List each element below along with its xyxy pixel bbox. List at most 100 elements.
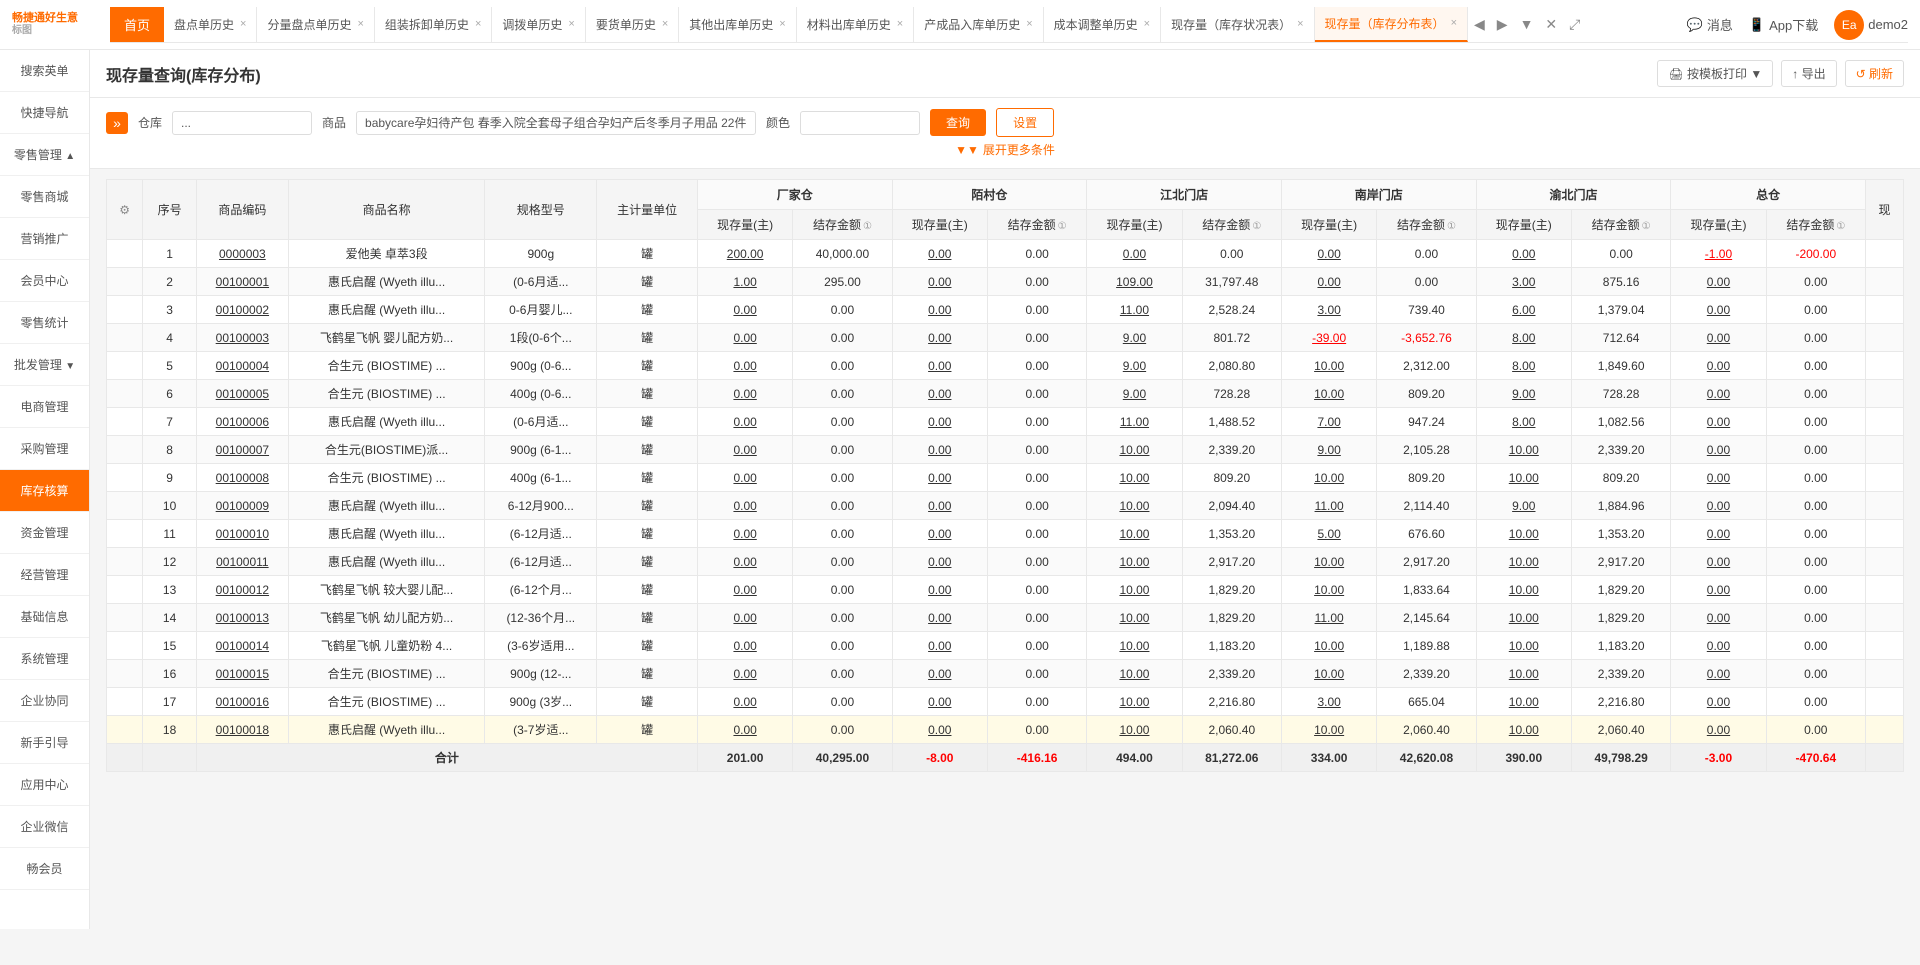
sidebar-item-wechat[interactable]: 企业微信 <box>0 806 89 848</box>
tab-close-transfer[interactable]: × <box>568 18 574 30</box>
table-cell[interactable]: 0.00 <box>697 548 792 576</box>
tab-stock-status[interactable]: 现存量（库存状况表）× <box>1161 7 1314 42</box>
product-code-cell[interactable]: 00100006 <box>196 408 288 436</box>
table-cell[interactable]: 10.00 <box>1281 380 1376 408</box>
product-code-cell[interactable]: 00100004 <box>196 352 288 380</box>
product-code-cell[interactable]: 00100009 <box>196 492 288 520</box>
table-cell[interactable]: 0.00 <box>697 324 792 352</box>
table-cell[interactable]: 0.00 <box>1671 408 1766 436</box>
table-cell[interactable]: 0.00 <box>697 632 792 660</box>
table-cell[interactable]: 9.00 <box>1281 436 1376 464</box>
tab-combo-split[interactable]: 组装拆卸单历史 × <box>375 7 492 42</box>
mocun-amt-info[interactable]: ① <box>1058 221 1067 232</box>
yubei-amt-info[interactable]: ① <box>1642 221 1651 232</box>
table-cell[interactable]: 10.00 <box>1087 688 1182 716</box>
table-cell[interactable]: 0.00 <box>697 492 792 520</box>
tab-close-split[interactable]: × <box>357 18 363 30</box>
table-cell[interactable]: 8.00 <box>1476 408 1571 436</box>
table-cell[interactable]: 6.00 <box>1476 296 1571 324</box>
tab-close-cost[interactable]: × <box>1144 18 1150 30</box>
tab-inventory-count[interactable]: 盘点单历史 × <box>164 7 257 42</box>
table-cell[interactable]: 10.00 <box>1476 632 1571 660</box>
sidebar-item-ecommerce[interactable]: 电商管理 <box>0 386 89 428</box>
table-cell[interactable]: 0.00 <box>892 240 987 268</box>
tab-transfer[interactable]: 调拨单历史 × <box>492 7 585 42</box>
table-cell[interactable]: 0.00 <box>1671 604 1766 632</box>
tab-close-status[interactable]: × <box>1297 18 1303 30</box>
tab-close-all-btn[interactable]: ✕ <box>1539 7 1563 42</box>
table-cell[interactable]: 0.00 <box>892 352 987 380</box>
table-cell[interactable]: 9.00 <box>1087 380 1182 408</box>
sidebar-item-member[interactable]: 会员中心 <box>0 260 89 302</box>
sidebar-item-apps[interactable]: 应用中心 <box>0 764 89 806</box>
tab-purchase-order[interactable]: 要货单历史 × <box>586 7 679 42</box>
export-btn[interactable]: ↑ 导出 <box>1781 60 1836 87</box>
table-cell[interactable]: 0.00 <box>1671 464 1766 492</box>
table-cell[interactable]: 0.00 <box>892 380 987 408</box>
table-cell[interactable]: 0.00 <box>1671 576 1766 604</box>
tab-close-combo[interactable]: × <box>475 18 481 30</box>
product-code-cell[interactable]: 00100011 <box>196 548 288 576</box>
table-cell[interactable]: 0.00 <box>1671 492 1766 520</box>
table-cell[interactable]: 10.00 <box>1281 716 1376 744</box>
refresh-btn[interactable]: ↺ 刷新 <box>1845 60 1904 87</box>
table-cell[interactable]: 0.00 <box>697 352 792 380</box>
table-cell[interactable]: 11.00 <box>1087 296 1182 324</box>
table-cell[interactable]: 0.00 <box>892 716 987 744</box>
app-download-btn[interactable]: 📱 App下载 <box>1749 15 1818 34</box>
tab-split-inventory[interactable]: 分量盘点单历史 × <box>257 7 374 42</box>
table-cell[interactable]: 1.00 <box>697 268 792 296</box>
table-cell[interactable]: 0.00 <box>892 548 987 576</box>
table-cell[interactable]: 10.00 <box>1281 632 1376 660</box>
sidebar-item-purchase[interactable]: 采购管理 <box>0 428 89 470</box>
table-cell[interactable]: 10.00 <box>1476 464 1571 492</box>
product-code-cell[interactable]: 00100002 <box>196 296 288 324</box>
table-cell[interactable]: 11.00 <box>1281 604 1376 632</box>
table-cell[interactable]: 10.00 <box>1087 464 1182 492</box>
table-cell[interactable]: 9.00 <box>1087 352 1182 380</box>
product-code-cell[interactable]: 00100018 <box>196 716 288 744</box>
table-cell[interactable]: 0.00 <box>1281 240 1376 268</box>
table-cell[interactable]: 10.00 <box>1476 436 1571 464</box>
table-cell[interactable]: 10.00 <box>1087 604 1182 632</box>
table-cell[interactable]: 0.00 <box>697 604 792 632</box>
table-cell[interactable]: 0.00 <box>1671 716 1766 744</box>
tab-expand-btn[interactable]: ⤢ <box>1563 7 1586 42</box>
sidebar-item-retail[interactable]: 零售管理 ▲ <box>0 134 89 176</box>
table-cell[interactable]: 0.00 <box>892 660 987 688</box>
tab-close-dist[interactable]: × <box>1451 17 1457 29</box>
table-cell[interactable]: 0.00 <box>1476 240 1571 268</box>
col-settings[interactable]: ⚙ <box>107 180 143 240</box>
table-cell[interactable]: -39.00 <box>1281 324 1376 352</box>
gear-icon[interactable]: ⚙ <box>119 203 130 217</box>
table-cell[interactable]: 0.00 <box>892 324 987 352</box>
sidebar-item-retail-store[interactable]: 零售商城 <box>0 176 89 218</box>
settings-btn[interactable]: 设置 <box>996 108 1054 137</box>
tab-close-inventory-count[interactable]: × <box>240 18 246 30</box>
product-input[interactable] <box>356 111 756 135</box>
table-cell[interactable]: 10.00 <box>1087 436 1182 464</box>
table-cell[interactable]: 9.00 <box>1476 380 1571 408</box>
warehouse-input[interactable] <box>172 111 312 135</box>
table-cell[interactable]: 3.00 <box>1281 688 1376 716</box>
table-cell[interactable]: 0.00 <box>697 408 792 436</box>
table-cell[interactable]: 0.00 <box>892 688 987 716</box>
sidebar-item-operation[interactable]: 经营管理 <box>0 554 89 596</box>
table-cell[interactable]: 0.00 <box>1671 520 1766 548</box>
print-btn[interactable]: 🖨 按模板打印 ▼ <box>1657 60 1773 87</box>
table-cell[interactable]: 0.00 <box>1671 268 1766 296</box>
tab-cost-adjust[interactable]: 成本调整单历史 × <box>1044 7 1161 42</box>
table-cell[interactable]: 10.00 <box>1087 576 1182 604</box>
tab-other-out[interactable]: 其他出库单历史 × <box>679 7 796 42</box>
table-cell[interactable]: 10.00 <box>1476 716 1571 744</box>
table-cell[interactable]: 0.00 <box>892 520 987 548</box>
table-cell[interactable]: 0.00 <box>892 436 987 464</box>
table-cell[interactable]: 10.00 <box>1087 492 1182 520</box>
product-code-cell[interactable]: 00100012 <box>196 576 288 604</box>
tab-close-purchase[interactable]: × <box>662 18 668 30</box>
query-btn[interactable]: 查询 <box>930 109 986 136</box>
sidebar-item-retail-stats[interactable]: 零售统计 <box>0 302 89 344</box>
table-cell[interactable]: 0.00 <box>1671 660 1766 688</box>
table-cell[interactable]: 0.00 <box>892 604 987 632</box>
nanan-amt-info[interactable]: ① <box>1447 221 1456 232</box>
